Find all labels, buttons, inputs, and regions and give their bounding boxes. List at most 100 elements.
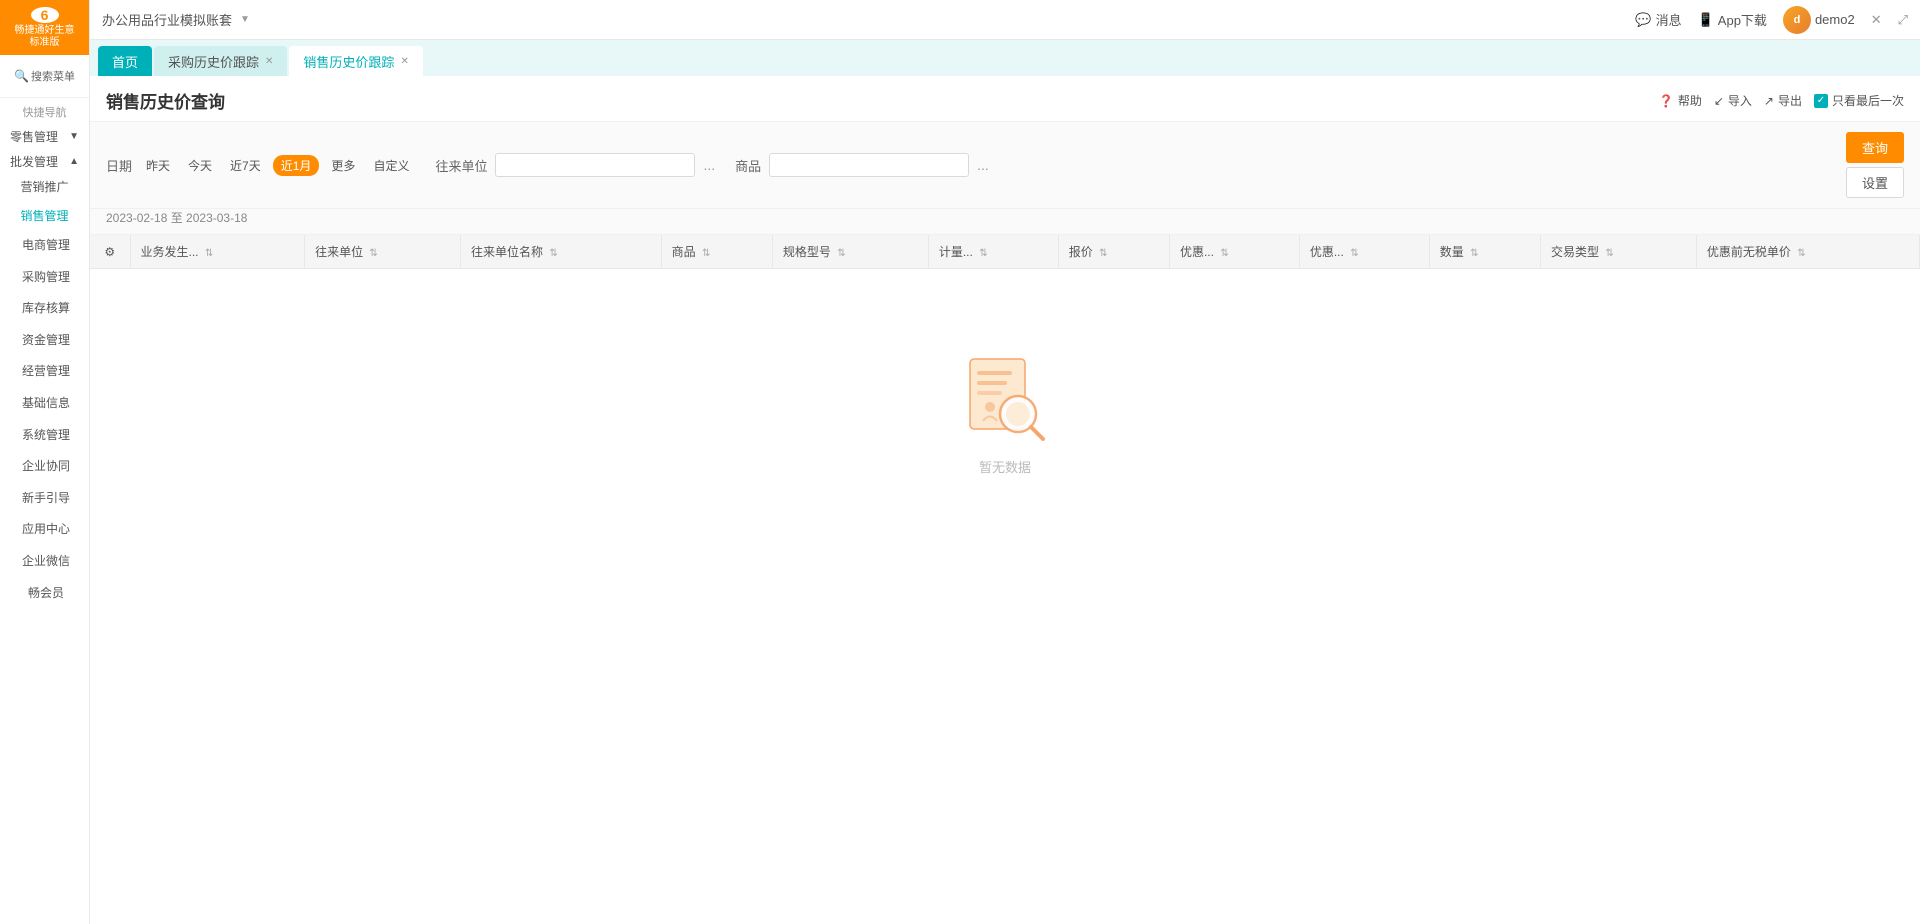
search-menu-item[interactable]: 🔍 搜索菜单	[6, 63, 83, 89]
only-last-checkbox-group[interactable]: 只看最后一次	[1814, 92, 1904, 109]
sidebar-item-system[interactable]: 系统管理	[0, 420, 89, 452]
help-button[interactable]: ❓ 帮助	[1659, 92, 1702, 109]
goods-input[interactable]	[769, 153, 969, 177]
search-label: 搜索菜单	[31, 68, 75, 84]
sort-discount2-icon: ⇅	[1350, 248, 1358, 259]
date-option-custom[interactable]: 自定义	[367, 155, 415, 176]
sidebar-item-membership[interactable]: 畅会员	[0, 578, 89, 610]
sidebar-item-management[interactable]: 经营管理	[0, 356, 89, 388]
col-trade-type[interactable]: 交易类型 ⇅	[1540, 235, 1696, 269]
date-range-display: 2023-02-18 至 2023-03-18	[106, 211, 247, 225]
data-table: ⚙ 业务发生... ⇅ 往来单位 ⇅ 往来单位名称 ⇅	[90, 235, 1920, 269]
sort-discount1-icon: ⇅	[1220, 248, 1228, 259]
sidebar-item-marketing[interactable]: 营销推广	[0, 172, 89, 201]
date-option-today[interactable]: 今天	[182, 155, 218, 176]
query-button[interactable]: 查询	[1846, 132, 1904, 163]
col-partner-name[interactable]: 往来单位名称 ⇅	[461, 235, 662, 269]
page-actions: ❓ 帮助 ↙ 导入 ↗ 导出 只看最后一次	[1659, 92, 1904, 109]
membership-label: 畅会员	[28, 586, 64, 602]
table-header: ⚙ 业务发生... ⇅ 往来单位 ⇅ 往来单位名称 ⇅	[90, 235, 1920, 269]
topbar-right: 💬 消息 📱 App下载 d demo2 ✕ ⤢	[1635, 6, 1908, 34]
sidebar-item-inventory[interactable]: 库存核算	[0, 293, 89, 325]
partner-input[interactable]	[495, 153, 695, 177]
tab-purchase-history[interactable]: 采购历史价跟踪 ✕	[154, 46, 287, 76]
col-goods[interactable]: 商品 ⇅	[661, 235, 772, 269]
tab-sales-label: 销售历史价跟踪	[303, 52, 394, 71]
col-discount2[interactable]: 优惠... ⇅	[1299, 235, 1429, 269]
message-label: 消息	[1656, 10, 1682, 29]
sidebar-item-ecommerce[interactable]: 电商管理	[0, 230, 89, 262]
page-content: 销售历史价查询 ❓ 帮助 ↙ 导入 ↗ 导出 只看最后一次	[90, 76, 1920, 924]
col-pretax-price-label: 优惠前无税单价	[1707, 245, 1791, 259]
partner-dots-button[interactable]: ...	[703, 157, 715, 173]
tab-sales-history[interactable]: 销售历史价跟踪 ✕	[289, 46, 422, 76]
only-last-checkbox[interactable]	[1814, 94, 1828, 108]
col-partner-code-label: 往来单位	[315, 245, 363, 259]
sidebar-item-appstore[interactable]: 应用中心	[0, 514, 89, 546]
tabs-bar: 首页 采购历史价跟踪 ✕ 销售历史价跟踪 ✕	[90, 40, 1920, 76]
maximize-window-icon[interactable]: ⤢	[1898, 12, 1908, 28]
app-download-button[interactable]: 📱 App下载	[1698, 10, 1767, 29]
goods-dots-button[interactable]: ...	[977, 157, 989, 173]
col-partner-code[interactable]: 往来单位 ⇅	[305, 235, 461, 269]
close-window-icon[interactable]: ✕	[1871, 12, 1882, 28]
col-discount2-label: 优惠...	[1310, 245, 1344, 259]
date-option-more[interactable]: 更多	[325, 155, 361, 176]
sidebar-item-wholesale[interactable]: 批发管理 ▲	[0, 147, 89, 172]
wholesale-arrow-icon: ▲	[69, 156, 79, 167]
message-icon: 💬	[1635, 12, 1651, 28]
date-option-yesterday[interactable]: 昨天	[140, 155, 176, 176]
sidebar-item-finance[interactable]: 资金管理	[0, 325, 89, 357]
sidebar-item-guide[interactable]: 新手引导	[0, 483, 89, 515]
col-discount1[interactable]: 优惠... ⇅	[1169, 235, 1299, 269]
tab-purchase-close-icon[interactable]: ✕	[265, 56, 273, 67]
sidebar-item-purchase[interactable]: 采购管理	[0, 262, 89, 294]
sort-partner-name-icon: ⇅	[549, 248, 557, 259]
date-option-7days[interactable]: 近7天	[224, 155, 267, 176]
sort-unit-icon: ⇅	[979, 248, 987, 259]
sidebar-item-wechat[interactable]: 企业微信	[0, 546, 89, 578]
col-spec[interactable]: 规格型号 ⇅	[772, 235, 928, 269]
date-option-1month[interactable]: 近1月	[273, 155, 320, 176]
sidebar-item-retail[interactable]: 零售管理 ▼	[0, 122, 89, 147]
sidebar-item-basic-info[interactable]: 基础信息	[0, 388, 89, 420]
settings-gear-icon: ⚙	[104, 245, 115, 259]
sales-label: 销售管理	[20, 207, 68, 224]
export-button[interactable]: ↗ 导出	[1764, 92, 1802, 109]
col-unit-label: 计量...	[939, 245, 973, 259]
sidebar-item-sales[interactable]: 销售管理	[0, 201, 89, 230]
export-label: 导出	[1778, 92, 1802, 109]
partner-filter-group: 往来单位 ...	[435, 153, 715, 177]
empty-illustration	[955, 349, 1055, 449]
purchase-label: 采购管理	[22, 270, 70, 286]
col-price[interactable]: 报价 ⇅	[1058, 235, 1169, 269]
system-label: 系统管理	[22, 428, 70, 444]
retail-arrow-icon: ▼	[69, 131, 79, 142]
message-button[interactable]: 💬 消息	[1635, 10, 1681, 29]
tab-sales-close-icon[interactable]: ✕	[400, 56, 408, 67]
import-icon: ↙	[1714, 94, 1724, 108]
ecommerce-label: 电商管理	[22, 238, 70, 254]
search-icon: 🔍	[14, 69, 29, 83]
settings-button[interactable]: 设置	[1846, 167, 1904, 198]
workspace-dropdown-icon[interactable]: ▼	[240, 14, 250, 25]
sort-partner-code-icon: ⇅	[369, 248, 377, 259]
col-quantity[interactable]: 数量 ⇅	[1429, 235, 1540, 269]
help-icon: ❓	[1659, 94, 1674, 108]
col-trade-type-label: 交易类型	[1551, 245, 1599, 259]
col-settings[interactable]: ⚙	[90, 235, 130, 269]
sidebar: 6 畅捷通好生意 标准版 🔍 搜索菜单 快捷导航 零售管理 ▼ 批发管理 ▲ 营…	[0, 0, 90, 924]
col-unit[interactable]: 计量... ⇅	[928, 235, 1058, 269]
col-biz-date[interactable]: 业务发生... ⇅	[130, 235, 305, 269]
col-pretax-price[interactable]: 优惠前无税单价 ⇅	[1696, 235, 1919, 269]
empty-svg-icon	[955, 349, 1055, 449]
marketing-label: 营销推广	[20, 178, 68, 195]
user-profile-button[interactable]: d demo2	[1783, 6, 1855, 34]
tab-home[interactable]: 首页	[98, 46, 152, 76]
sidebar-item-enterprise[interactable]: 企业协同	[0, 451, 89, 483]
import-button[interactable]: ↙ 导入	[1714, 92, 1752, 109]
logo-text: 畅捷通好生意 标准版	[15, 25, 75, 49]
appstore-label: 应用中心	[22, 522, 70, 538]
col-biz-date-label: 业务发生...	[141, 245, 199, 259]
wechat-label: 企业微信	[22, 554, 70, 570]
